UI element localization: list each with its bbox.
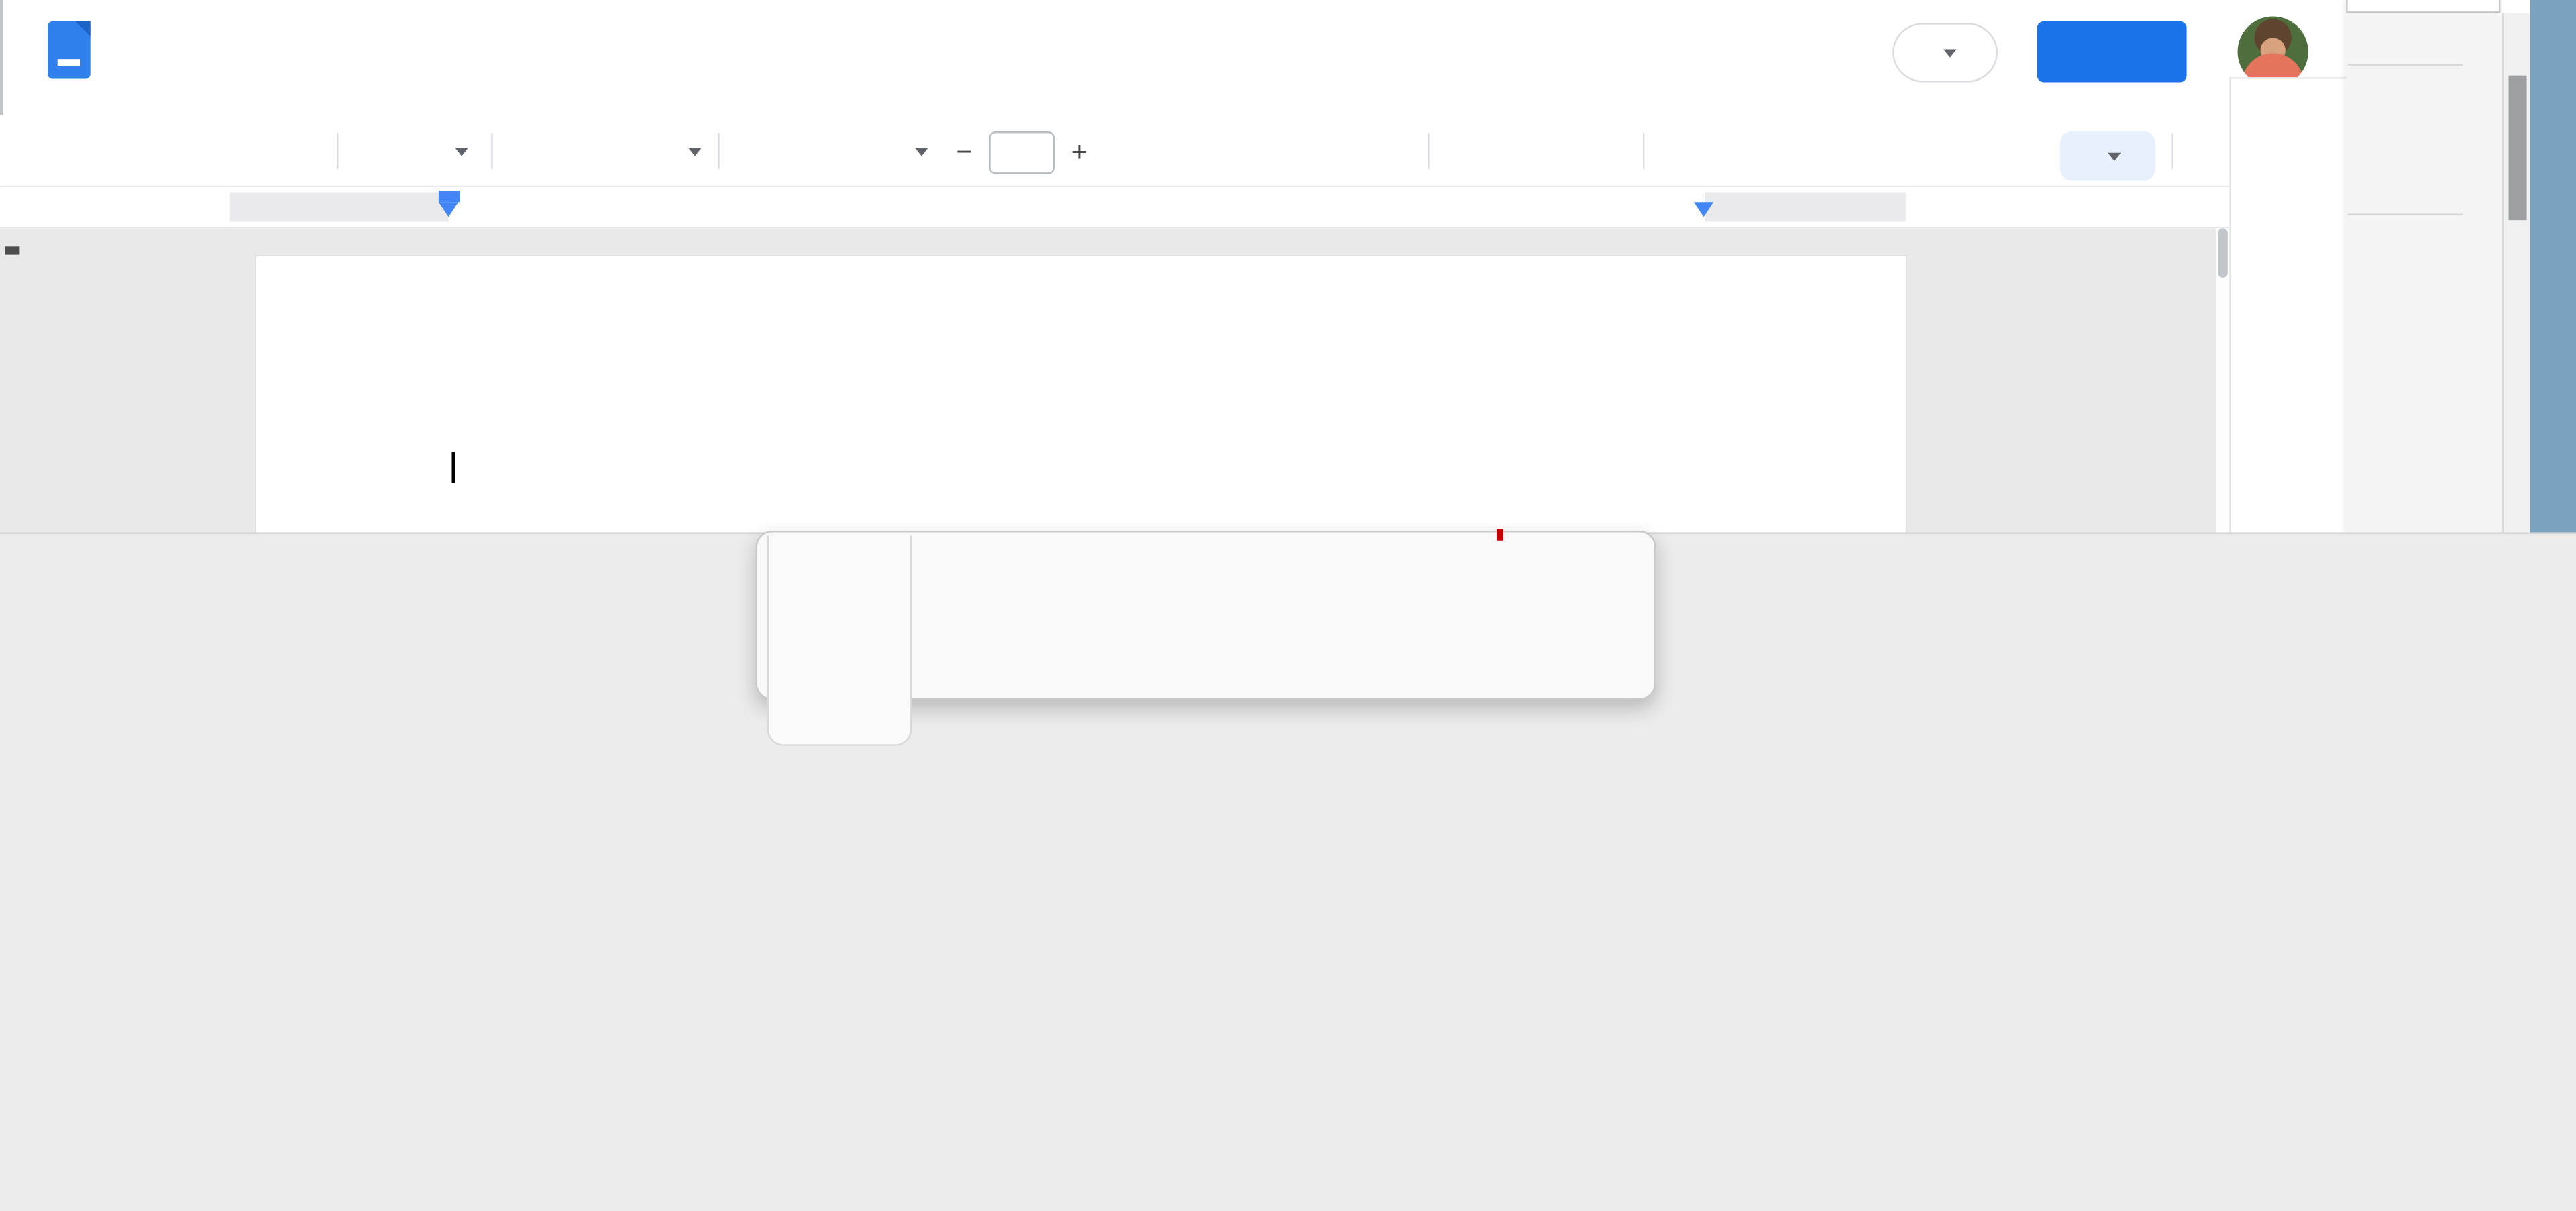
document-scrollbar-thumb[interactable] bbox=[2218, 228, 2228, 278]
first-line-indent-marker[interactable] bbox=[438, 191, 460, 203]
right-indent-marker[interactable] bbox=[1693, 202, 1714, 217]
document-outline-button[interactable] bbox=[70, 286, 107, 322]
vertical-ruler-notch bbox=[5, 246, 20, 255]
keyboard-settings-button[interactable] bbox=[26, 550, 59, 583]
keyboard-dock-button[interactable] bbox=[2453, 550, 2485, 583]
font-size-stepper: − + bbox=[950, 131, 1095, 174]
zoom-select[interactable] bbox=[354, 127, 468, 176]
screen: − + bbox=[0, 0, 2576, 1211]
toolbar: − + bbox=[0, 115, 2230, 188]
zoom-caret-icon bbox=[455, 147, 468, 156]
red-mark bbox=[1497, 529, 1503, 541]
present-button[interactable] bbox=[1892, 23, 1998, 83]
toolbar-separator bbox=[491, 133, 493, 170]
size-panel-divider bbox=[2347, 213, 2463, 215]
text-cursor bbox=[451, 452, 455, 484]
account-avatar[interactable] bbox=[2237, 16, 2308, 87]
increase-font-button[interactable]: + bbox=[1065, 136, 1094, 168]
toolbar-separator bbox=[1642, 133, 1645, 170]
keyboard-close-button[interactable] bbox=[2522, 552, 2551, 582]
editing-mode-button[interactable] bbox=[2060, 131, 2156, 181]
style-caret-icon bbox=[688, 147, 702, 156]
toolbar-separator bbox=[1428, 133, 1430, 170]
docs-header bbox=[0, 0, 2347, 115]
font-caret-icon bbox=[915, 147, 928, 156]
font-select[interactable] bbox=[735, 127, 928, 176]
left-indent-marker[interactable] bbox=[438, 202, 459, 217]
present-caret-icon bbox=[1942, 48, 1956, 57]
docs-logo-line bbox=[57, 59, 81, 66]
ruler-left-margin bbox=[229, 192, 449, 222]
docs-logo-fold bbox=[75, 21, 91, 36]
font-size-value[interactable] bbox=[989, 131, 1055, 174]
panel-scrollbar[interactable] bbox=[2502, 13, 2530, 533]
ruler bbox=[0, 187, 2230, 229]
desktop-background-strip bbox=[2530, 0, 2576, 533]
document-text-line bbox=[451, 452, 455, 484]
decrease-font-button[interactable]: − bbox=[950, 136, 979, 168]
toolbar-separator bbox=[337, 133, 339, 170]
toolbar-separator bbox=[718, 133, 720, 170]
panel-scrollbar-thumb[interactable] bbox=[2508, 75, 2527, 221]
ruler-right-margin bbox=[1705, 192, 1906, 222]
accent-popup-anchor-key[interactable] bbox=[767, 535, 912, 746]
share-button[interactable] bbox=[2037, 21, 2187, 83]
document-canvas bbox=[0, 228, 2230, 533]
size-panel-divider bbox=[2347, 64, 2463, 66]
docs-logo-icon[interactable] bbox=[48, 21, 91, 79]
overlap-window-field bbox=[2346, 0, 2501, 13]
paragraph-style-select[interactable] bbox=[508, 127, 702, 176]
toolbar-separator bbox=[2171, 133, 2174, 170]
file-size-panel bbox=[2346, 0, 2502, 533]
document-page[interactable] bbox=[256, 256, 1906, 533]
hide-menus-button[interactable] bbox=[2182, 138, 2218, 174]
mode-caret-icon bbox=[2106, 152, 2121, 160]
google-side-panel bbox=[2229, 77, 2347, 533]
keyboard-feedback-button[interactable] bbox=[92, 549, 128, 585]
